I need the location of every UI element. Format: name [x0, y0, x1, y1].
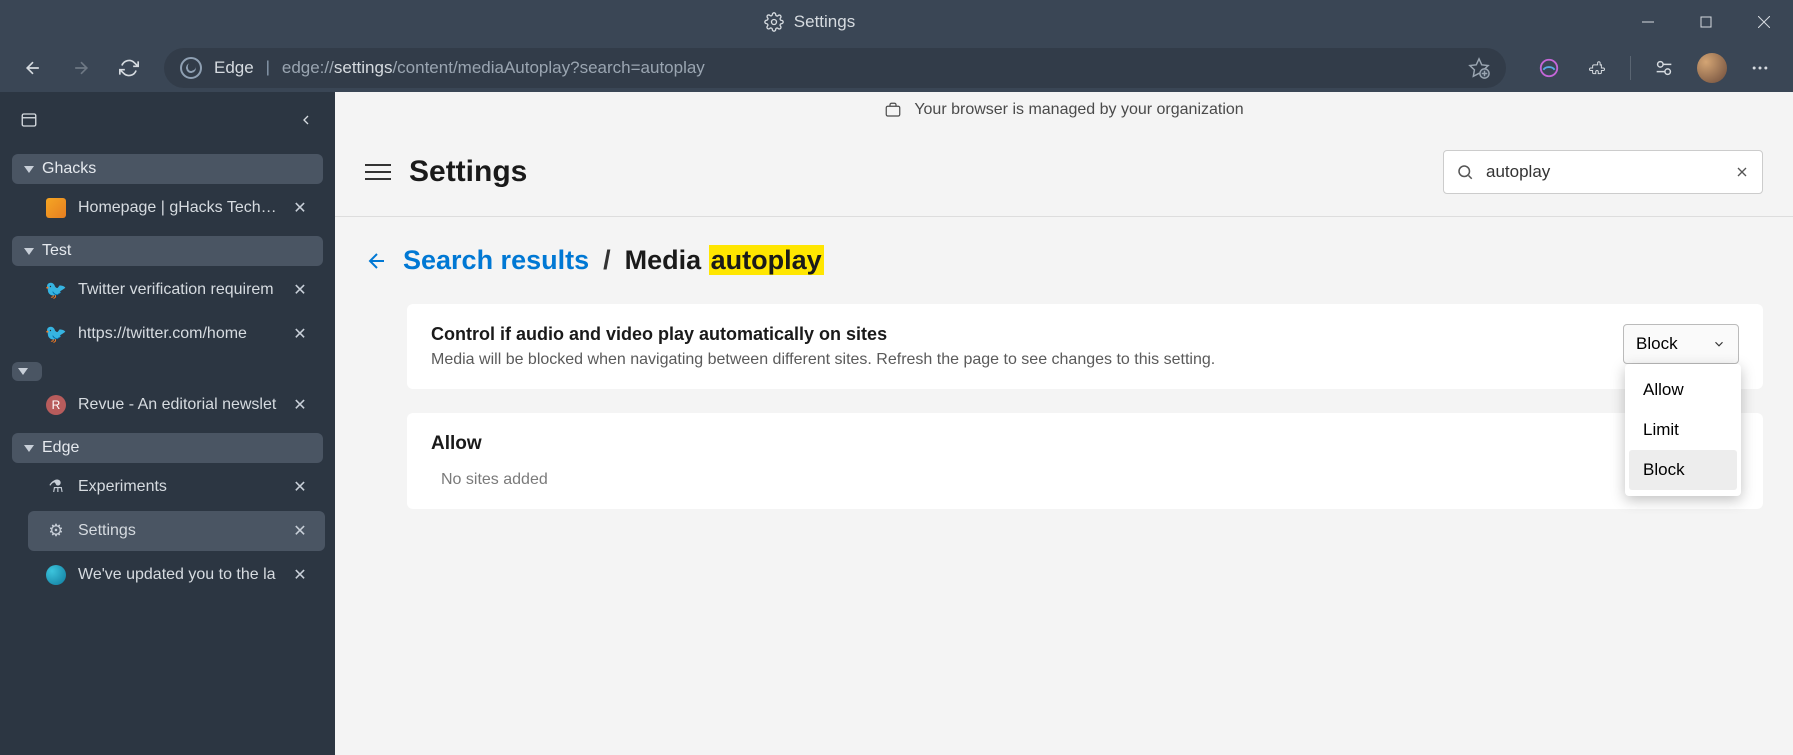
more-menu-button[interactable] — [1739, 47, 1781, 89]
toolbar-divider — [1630, 56, 1631, 80]
nav-refresh-button[interactable] — [108, 47, 150, 89]
allow-section-heading: Allow — [431, 433, 1739, 455]
tab-label: Revue - An editorial newslet — [78, 396, 277, 414]
tab-label: We've updated you to the la — [78, 566, 277, 584]
autoplay-card-title: Control if audio and video play automati… — [431, 324, 1623, 345]
nav-back-button[interactable] — [12, 47, 54, 89]
autoplay-dropdown-menu: Allow Limit Block — [1625, 364, 1741, 496]
tab-item[interactable]: 🐦 https://twitter.com/home ✕ — [28, 314, 325, 354]
close-tab-icon[interactable]: ✕ — [289, 198, 311, 218]
close-tab-icon[interactable]: ✕ — [289, 324, 311, 344]
breadcrumb-current: Media autoplay — [625, 245, 824, 276]
tab-item[interactable]: We've updated you to the la ✕ — [28, 555, 325, 595]
address-url: edge://settings/content/mediaAutoplay?se… — [282, 58, 705, 78]
address-app-label: Edge — [214, 58, 254, 78]
tab-group-edge[interactable]: Edge — [12, 433, 323, 463]
breadcrumb-link[interactable]: Search results — [403, 245, 589, 276]
autoplay-mode-dropdown[interactable]: Block — [1623, 324, 1739, 364]
gear-favicon-icon: ⚙ — [46, 521, 66, 541]
tab-item-active[interactable]: ⚙ Settings ✕ — [28, 511, 325, 551]
account-manage-icon[interactable] — [1643, 47, 1685, 89]
tab-group-label: Edge — [42, 439, 79, 457]
profile-avatar[interactable] — [1691, 47, 1733, 89]
autoplay-control-card: Control if audio and video play automati… — [407, 304, 1763, 389]
revue-favicon-icon: R — [46, 395, 66, 415]
tab-label: Homepage | gHacks Technol — [78, 199, 277, 217]
extensions-icon[interactable] — [1576, 47, 1618, 89]
dropdown-option-allow[interactable]: Allow — [1629, 370, 1737, 410]
tab-item[interactable]: 🐦 Twitter verification requirem ✕ — [28, 270, 325, 310]
dropdown-option-limit[interactable]: Limit — [1629, 410, 1737, 450]
address-bar[interactable]: Edge | edge://settings/content/mediaAuto… — [164, 48, 1506, 88]
breadcrumb-back-icon[interactable] — [365, 249, 389, 273]
window-close-button[interactable] — [1735, 0, 1793, 44]
dropdown-selected-value: Block — [1636, 334, 1678, 354]
nav-forward-button[interactable] — [60, 47, 102, 89]
favorite-add-icon[interactable] — [1468, 57, 1490, 79]
flask-favicon-icon: ⚗ — [46, 477, 66, 497]
chevron-down-icon — [24, 445, 34, 452]
briefcase-icon — [884, 101, 902, 119]
breadcrumb: Search results / Media autoplay — [365, 245, 1763, 276]
tab-label: Settings — [78, 522, 277, 540]
tab-item[interactable]: R Revue - An editorial newslet ✕ — [28, 385, 325, 425]
window-minimize-button[interactable] — [1619, 0, 1677, 44]
chevron-down-icon — [24, 166, 34, 173]
edge-logo-icon — [180, 57, 202, 79]
clear-search-icon[interactable] — [1734, 164, 1750, 180]
allow-section-empty-text: No sites added — [431, 471, 1739, 489]
breadcrumb-separator: / — [603, 245, 611, 276]
autoplay-card-description: Media will be blocked when navigating be… — [431, 351, 1623, 369]
tab-group-test[interactable]: Test — [12, 236, 323, 266]
close-tab-icon[interactable]: ✕ — [289, 565, 311, 585]
tab-group-label: Test — [42, 242, 71, 260]
address-separator: | — [266, 59, 270, 77]
managed-notice-text: Your browser is managed by your organiza… — [914, 101, 1243, 119]
managed-by-org-notice: Your browser is managed by your organiza… — [335, 92, 1793, 128]
chevron-down-icon — [1712, 337, 1726, 351]
edge-favicon-icon — [46, 565, 66, 585]
settings-menu-toggle[interactable] — [365, 159, 391, 185]
chevron-down-icon — [18, 368, 28, 375]
allow-sites-card: Allow No sites added — [407, 413, 1763, 509]
window-titlebar: Settings — [0, 0, 1793, 44]
tab-label: Experiments — [78, 478, 277, 496]
collapse-sidebar-icon[interactable] — [289, 103, 323, 137]
window-title: Settings — [794, 12, 855, 32]
tab-item[interactable]: Homepage | gHacks Technol ✕ — [28, 188, 325, 228]
twitter-favicon-icon: 🐦 — [46, 280, 66, 300]
dropdown-option-block[interactable]: Block — [1629, 450, 1737, 490]
chevron-down-icon — [24, 248, 34, 255]
browser-toolbar: Edge | edge://settings/content/mediaAuto… — [0, 44, 1793, 92]
close-tab-icon[interactable]: ✕ — [289, 280, 311, 300]
settings-page: Your browser is managed by your organiza… — [335, 92, 1793, 755]
tab-actions-icon[interactable] — [12, 103, 46, 137]
close-tab-icon[interactable]: ✕ — [289, 477, 311, 497]
tab-item[interactable]: ⚗ Experiments ✕ — [28, 467, 325, 507]
settings-gear-icon — [764, 12, 784, 32]
vertical-tabs-sidebar: Ghacks Homepage | gHacks Technol ✕ Test … — [0, 92, 335, 755]
window-maximize-button[interactable] — [1677, 0, 1735, 44]
search-highlight: autoplay — [709, 245, 824, 275]
site-favicon-icon — [46, 198, 66, 218]
page-title: Settings — [409, 155, 527, 189]
tab-label: https://twitter.com/home — [78, 325, 277, 343]
settings-search-input[interactable] — [1486, 162, 1722, 182]
close-tab-icon[interactable]: ✕ — [289, 521, 311, 541]
twitter-favicon-icon: 🐦 — [46, 324, 66, 344]
tab-group-label: Ghacks — [42, 160, 96, 178]
tab-group-ghacks[interactable]: Ghacks — [12, 154, 323, 184]
tab-group-unnamed[interactable] — [12, 362, 42, 381]
search-icon — [1456, 163, 1474, 181]
settings-search-box[interactable] — [1443, 150, 1763, 194]
close-tab-icon[interactable]: ✕ — [289, 395, 311, 415]
copilot-icon[interactable] — [1528, 47, 1570, 89]
tab-label: Twitter verification requirem — [78, 281, 277, 299]
